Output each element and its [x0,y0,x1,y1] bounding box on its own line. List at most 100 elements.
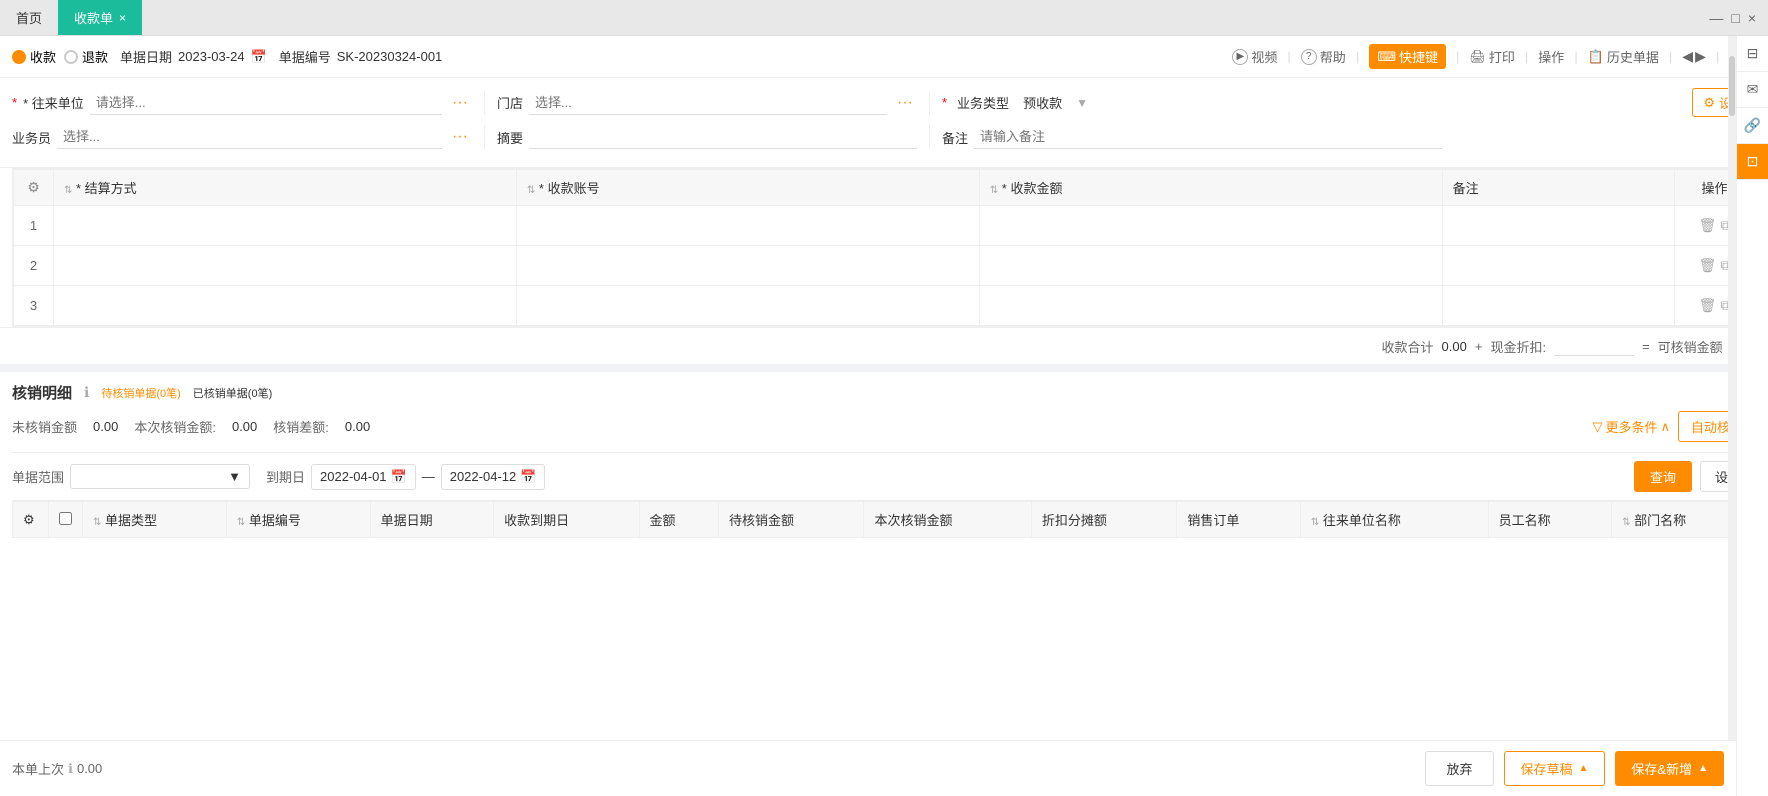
biz-type-dropdown[interactable]: ▼ [1076,96,1088,110]
sort-icon-dept: ⇅ [1622,517,1630,528]
row1-account[interactable] [516,206,979,246]
discount-input[interactable] [1554,336,1634,356]
store-input[interactable] [529,91,887,115]
toolbar-right: ▶ 视频 | ? 帮助 | ⌨ 快捷键 | 🖨 打印 | 操作 | [1232,44,1756,69]
row1-remark[interactable] [1442,206,1674,246]
data-table-wrapper: ⚙ ⇅ 单据类型 ⇅ 单据编号 [12,501,1756,538]
nav-prev[interactable]: ◀ [1682,48,1693,65]
row2-num: 2 [14,246,54,286]
date-field: 单据日期 2023-03-24 📅 [120,47,267,66]
sort-icon3: ⇅ [990,185,998,196]
col-sales-order-header: 销售订单 [1177,502,1300,538]
row1-delete-icon[interactable]: 🗑 [1699,217,1717,234]
staff-field: 业务员 ··· [12,125,472,149]
print-btn[interactable]: 🖨 打印 [1469,47,1515,66]
this-order-label: 本单上次 [12,759,64,778]
done-tab-label: 已核销单据(0笔) [193,388,272,400]
total-value: 0.00 [1442,339,1467,354]
tab-close-icon[interactable]: × [119,11,126,25]
date-from-field[interactable]: 2022-04-01 📅 [311,464,416,490]
more-conditions-btn[interactable]: ▽ 更多条件 ∧ [1592,417,1670,436]
range-select[interactable]: ▼ [70,464,250,489]
row2-settle[interactable] [54,246,517,286]
operate-btn[interactable]: 操作 [1538,47,1564,66]
row2-amount[interactable] [979,246,1442,286]
row1-settle[interactable] [54,206,517,246]
row1-num: 1 [14,206,54,246]
summary-input[interactable] [529,125,917,149]
partner-required: * [12,95,17,110]
row2-remark[interactable] [1442,246,1674,286]
remark-input[interactable] [974,125,1442,149]
tab-home[interactable]: 首页 [0,0,58,35]
store-more-btn[interactable]: ··· [893,94,917,112]
remark-label: 备注 [942,128,968,147]
abandon-btn[interactable]: 放弃 [1425,751,1493,786]
save-new-btn[interactable]: 保存&新增 ▲ [1615,751,1724,786]
plus-sign: + [1475,339,1483,354]
right-attachment-icon[interactable]: 🔗 [1737,108,1768,144]
col-remark-header: 备注 [1442,170,1674,206]
doc-date-label: 单据日期 [381,513,433,528]
row3-settle[interactable] [54,286,517,326]
close-window-icon[interactable]: × [1748,10,1756,26]
date-filter: 到期日 2022-04-01 📅 — 2022-04-12 📅 [266,464,545,490]
shortcut-label: 快捷键 [1399,47,1438,66]
pending-tab[interactable]: 待核销单据(0笔) [101,385,180,401]
right-table-icon[interactable]: ⊟ [1737,36,1768,72]
video-btn[interactable]: ▶ 视频 [1232,47,1277,66]
row2-delete-icon[interactable]: 🗑 [1699,257,1717,274]
verify-info-icon[interactable]: ℹ [84,384,89,401]
row2-account[interactable] [516,246,979,286]
action-header-label: 操作 [1701,181,1727,196]
row1-amount[interactable] [979,206,1442,246]
partner-input[interactable] [90,91,442,115]
amount-label: 金额 [650,513,676,528]
tab-receipt-label: 收款单 [74,8,113,27]
row3-delete-icon[interactable]: 🗑 [1699,297,1717,314]
query-btn[interactable]: 查询 [1634,461,1692,492]
divider3 [484,125,485,149]
right-email-icon[interactable]: ✉ [1737,72,1768,108]
verify-title: 核销明细 [12,382,72,403]
minimize-icon[interactable]: — [1709,10,1723,26]
receipt-table: ⚙ ⇅ * 结算方式 ⇅ * 收款账号 ⇅ * 收款金额 [13,169,1755,326]
table-gear-icon[interactable]: ⚙ [27,179,40,195]
filter-icon: ▽ [1592,419,1602,435]
range-label: 单据范围 [12,467,64,486]
right-expand-icon[interactable]: ⊡ [1737,144,1768,180]
staff-name-label: 员工名称 [1499,513,1551,528]
history-icon: 📋 [1588,49,1604,65]
done-tab[interactable]: 已核销单据(0笔) [193,385,272,401]
radio-refund-circle [64,50,78,64]
scrollbar[interactable] [1728,36,1736,796]
maximize-icon[interactable]: □ [1731,10,1739,26]
date-to-field[interactable]: 2022-04-12 📅 [441,464,546,490]
row3-account[interactable] [516,286,979,326]
col-settle-method-header: ⇅ * 结算方式 [54,170,517,206]
select-all-checkbox[interactable] [59,512,72,525]
tab-receipt[interactable]: 收款单 × [58,0,142,35]
staff-more-btn[interactable]: ··· [448,128,472,146]
history-btn[interactable]: 📋 历史单据 [1588,47,1659,66]
table-container: ⚙ ⇅ * 结算方式 ⇅ * 收款账号 ⇅ * 收款金额 [12,168,1756,327]
total-label: 收款合计 [1382,337,1434,356]
diff-label: 核销差额: [273,417,329,436]
calendar-icon[interactable]: 📅 [251,49,267,65]
radio-refund[interactable]: 退款 [64,47,108,66]
print-label: 打印 [1489,47,1515,66]
help-btn[interactable]: ? 帮助 [1301,47,1346,66]
staff-input[interactable] [57,125,442,149]
shortcut-btn[interactable]: ⌨ 快捷键 [1369,44,1446,69]
radio-receipt[interactable]: 收款 [12,47,56,66]
nav-next[interactable]: ▶ [1695,48,1706,65]
row3-remark[interactable] [1442,286,1674,326]
scrollbar-thumb [1729,56,1735,116]
row3-amount[interactable] [979,286,1442,326]
num-field: 单据编号 SK-20230324-001 [279,47,443,66]
save-draft-btn[interactable]: 保存草稿 ▲ [1504,751,1606,786]
partner-more-btn[interactable]: ··· [448,94,472,112]
col-account-header: ⇅ * 收款账号 [516,170,979,206]
data-table-gear-icon[interactable]: ⚙ [23,512,35,527]
this-order-icon[interactable]: ℹ [68,761,73,777]
